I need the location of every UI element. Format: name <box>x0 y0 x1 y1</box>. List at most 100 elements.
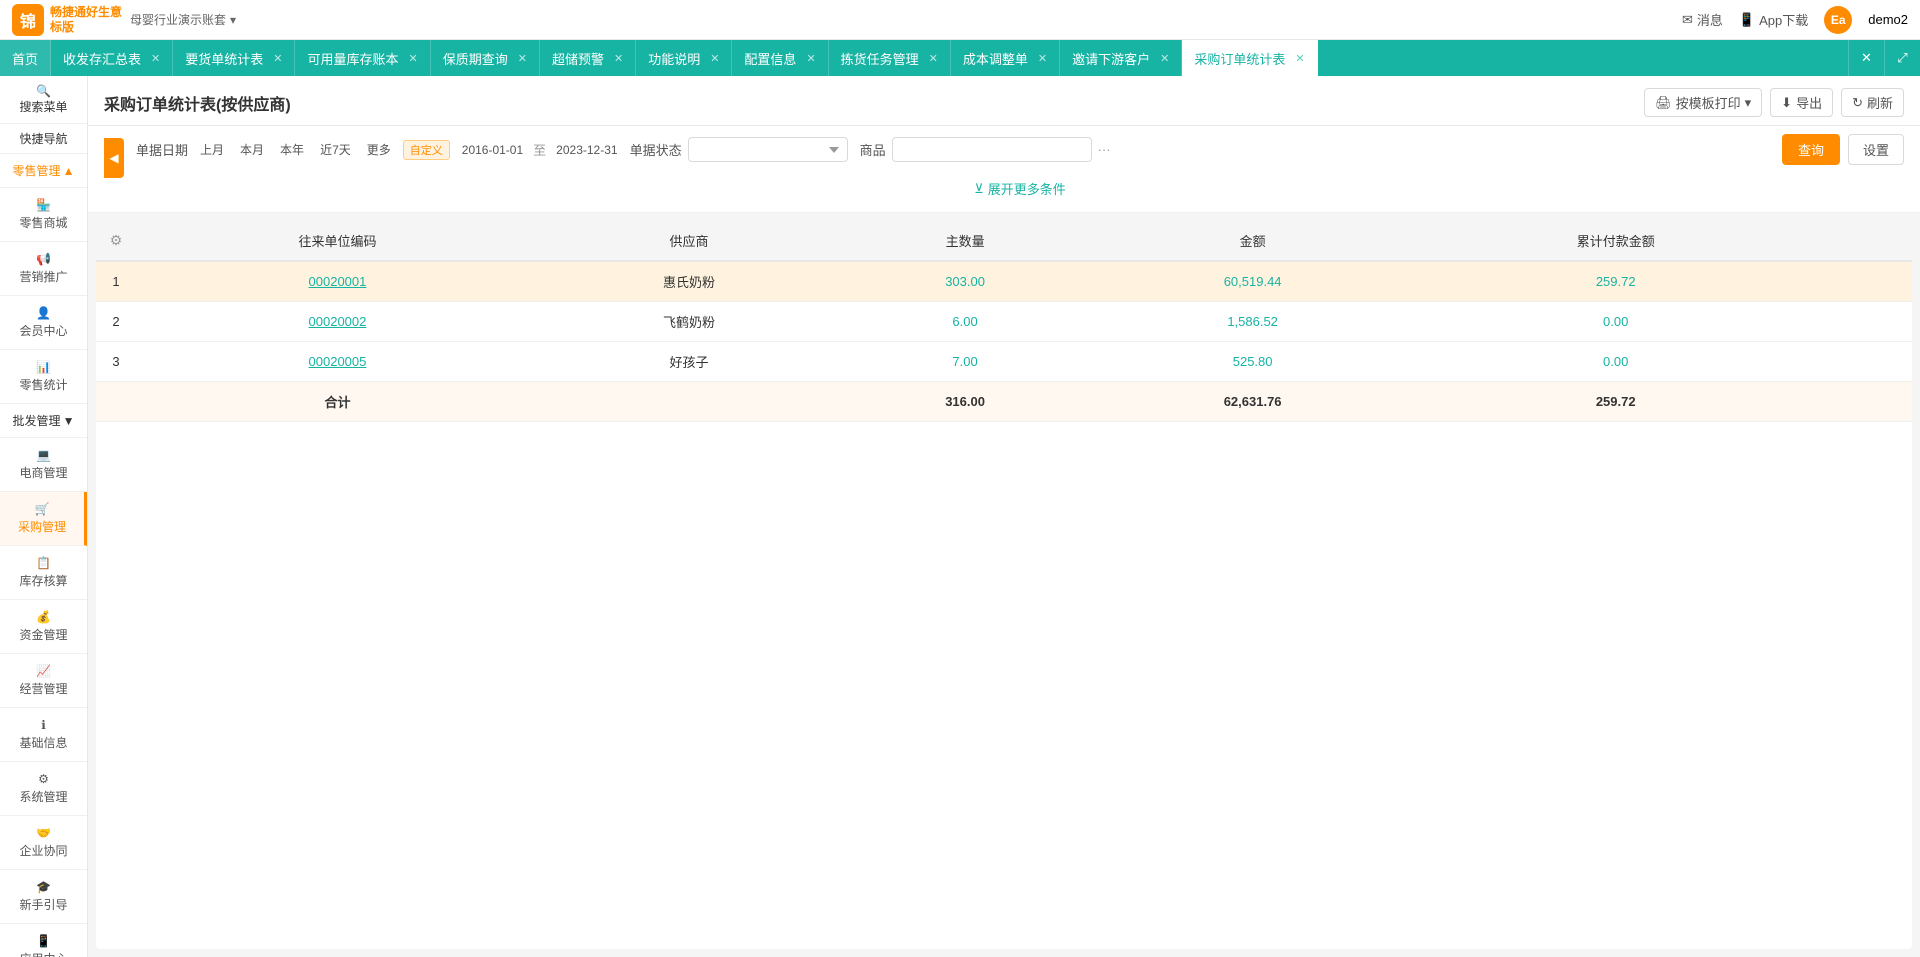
chevron-down-icon: ⊻ <box>974 181 984 197</box>
close-icon[interactable]: ✕ <box>409 52 418 65</box>
expand-row: ⊻ 展开更多条件 <box>136 173 1904 204</box>
date-label: 单据日期 <box>136 140 188 159</box>
sidebar-item-fund-mgmt[interactable]: 💰 资金管理 <box>0 600 87 654</box>
sidebar-item-basic-info[interactable]: ℹ 基础信息 <box>0 708 87 762</box>
close-icon[interactable]: ✕ <box>710 52 719 65</box>
chevron-down-icon[interactable]: ▾ <box>230 13 236 27</box>
sidebar-collapse-button[interactable]: ◀ <box>104 138 124 178</box>
app-download-button[interactable]: 📱 App下载 <box>1739 10 1808 29</box>
date-last-month-button[interactable]: 上月 <box>194 139 230 160</box>
sidebar-item-system-mgmt[interactable]: ⚙ 系统管理 <box>0 762 87 816</box>
cell-unit-code[interactable]: 00020002 <box>136 302 539 342</box>
cell-quantity[interactable]: 7.00 <box>839 342 1091 382</box>
settings-button[interactable]: 设置 <box>1848 134 1904 165</box>
tab-receive-summary[interactable]: 收发存汇总表 ✕ <box>51 40 173 76</box>
sidebar-item-marketing[interactable]: 📢 营销推广 <box>0 242 87 296</box>
close-icon[interactable]: ✕ <box>1295 52 1304 65</box>
sidebar-item-retail-mall[interactable]: 🏪 零售商城 <box>0 188 87 242</box>
sidebar-item-quick-nav[interactable]: 快捷导航 <box>0 124 87 154</box>
cell-empty <box>1817 261 1912 302</box>
tab-over-stock[interactable]: 超储预警 ✕ <box>540 40 636 76</box>
more-icon[interactable]: ··· <box>1098 142 1111 157</box>
cell-paid-amount[interactable]: 0.00 <box>1414 302 1817 342</box>
content-wrapper: 采购订单统计表(按供应商) 🖨 按模板打印 ▾ ⬇ 导出 ↻ 刷新 <box>88 76 1920 957</box>
sidebar-item-new-guide[interactable]: 🎓 新手引导 <box>0 870 87 924</box>
th-gear: ⚙ <box>96 221 136 261</box>
cell-unit-code[interactable]: 00020001 <box>136 261 539 302</box>
query-button[interactable]: 查询 <box>1782 134 1840 165</box>
avatar[interactable]: Ea <box>1824 6 1852 34</box>
tab-cost-adjust[interactable]: 成本调整单 ✕ <box>951 40 1060 76</box>
tab-config-info[interactable]: 配置信息 ✕ <box>732 40 828 76</box>
cell-quantity[interactable]: 6.00 <box>839 302 1091 342</box>
sidebar-item-ecommerce-mgmt[interactable]: 💻 电商管理 <box>0 438 87 492</box>
tab-required-goods[interactable]: 要货单统计表 ✕ <box>173 40 295 76</box>
cell-paid-amount[interactable]: 259.72 <box>1414 261 1817 302</box>
date-this-year-button[interactable]: 本年 <box>274 139 310 160</box>
tab-function-desc[interactable]: 功能说明 ✕ <box>636 40 732 76</box>
close-icon[interactable]: ✕ <box>929 52 938 65</box>
cell-amount[interactable]: 1,586.52 <box>1091 302 1414 342</box>
sidebar-item-search[interactable]: 🔍 搜索菜单 <box>0 76 87 124</box>
sidebar-item-member-center[interactable]: 👤 会员中心 <box>0 296 87 350</box>
date-to[interactable]: 2023-12-31 <box>556 143 617 157</box>
refresh-button[interactable]: ↻ 刷新 <box>1841 88 1904 117</box>
goods-input[interactable] <box>892 137 1092 162</box>
date-more-button[interactable]: 更多 <box>361 139 397 160</box>
close-icon[interactable]: ✕ <box>518 52 527 65</box>
operations-icon: 📈 <box>36 664 51 678</box>
username[interactable]: demo2 <box>1868 12 1908 27</box>
tab-home[interactable]: 首页 <box>0 40 51 76</box>
message-button[interactable]: ✉ 消息 <box>1682 10 1723 29</box>
cell-paid-amount[interactable]: 0.00 <box>1414 342 1817 382</box>
retail-mall-icon: 🏪 <box>36 198 51 212</box>
sidebar-item-wholesale-mgmt[interactable]: 批发管理 ▼ <box>0 404 87 438</box>
tab-invite-downstream[interactable]: 邀请下游客户 ✕ <box>1060 40 1182 76</box>
fund-icon: 💰 <box>36 610 51 624</box>
tab-picking-tasks[interactable]: 拣货任务管理 ✕ <box>829 40 951 76</box>
close-tab-button[interactable]: ✕ <box>1848 40 1884 76</box>
sidebar-item-retail-mgmt[interactable]: 零售管理 ▲ <box>0 154 87 188</box>
date-from[interactable]: 2016-01-01 <box>462 143 523 157</box>
sidebar-item-enterprise-collab[interactable]: 🤝 企业协同 <box>0 816 87 870</box>
date-this-month-button[interactable]: 本月 <box>234 139 270 160</box>
purchase-icon: 🛒 <box>35 502 50 516</box>
table-header: ⚙ 往来单位编码 供应商 主数量 金额 累计付款金额 <box>96 221 1912 261</box>
cell-quantity[interactable]: 303.00 <box>839 261 1091 302</box>
tab-shelf-life[interactable]: 保质期查询 ✕ <box>431 40 540 76</box>
guide-icon: 🎓 <box>36 880 51 894</box>
gear-icon[interactable]: ⚙ <box>110 232 123 248</box>
sidebar-item-purchase-mgmt[interactable]: 🛒 采购管理 <box>0 492 87 546</box>
sidebar-item-operations-mgmt[interactable]: 📈 经营管理 <box>0 654 87 708</box>
cell-supplier: 惠氏奶粉 <box>539 261 839 302</box>
close-icon[interactable]: ✕ <box>273 52 282 65</box>
custom-date-tag[interactable]: 自定义 <box>403 140 450 160</box>
th-paid-amount: 累计付款金额 <box>1414 221 1817 261</box>
tab-purchase-summary[interactable]: 采购订单统计表 ✕ <box>1182 40 1317 76</box>
expand-more-button[interactable]: ⊻ 展开更多条件 <box>974 173 1066 204</box>
tab-available-stock[interactable]: 可用量库存账本 ✕ <box>295 40 430 76</box>
cell-unit-code[interactable]: 00020005 <box>136 342 539 382</box>
close-icon[interactable]: ✕ <box>1160 52 1169 65</box>
app-center-icon: 📱 <box>36 934 51 948</box>
export-button[interactable]: ⬇ 导出 <box>1770 88 1833 117</box>
close-icon[interactable]: ✕ <box>806 52 815 65</box>
status-select[interactable] <box>688 137 848 162</box>
cell-amount[interactable]: 60,519.44 <box>1091 261 1414 302</box>
close-icon[interactable]: ✕ <box>151 52 160 65</box>
logo-icon: 锦 <box>12 4 44 36</box>
footer-row: 合计 316.00 62,631.76 259.72 <box>96 382 1912 422</box>
close-icon[interactable]: ✕ <box>1038 52 1047 65</box>
th-quantity: 主数量 <box>839 221 1091 261</box>
maximize-button[interactable]: ⤢ <box>1884 40 1920 76</box>
close-icon[interactable]: ✕ <box>614 52 623 65</box>
print-button[interactable]: 🖨 按模板打印 ▾ <box>1644 88 1762 117</box>
sidebar-item-app-center[interactable]: 📱 应用中心 <box>0 924 87 957</box>
page-actions: 🖨 按模板打印 ▾ ⬇ 导出 ↻ 刷新 <box>1644 88 1904 117</box>
sidebar-item-retail-stats[interactable]: 📊 零售统计 <box>0 350 87 404</box>
date-7days-button[interactable]: 近7天 <box>314 139 357 160</box>
chevron-down-icon: ▼ <box>63 414 75 428</box>
sidebar-item-inventory-check[interactable]: 📋 库存核算 <box>0 546 87 600</box>
cell-amount[interactable]: 525.80 <box>1091 342 1414 382</box>
status-filter: 单据状态 <box>630 137 848 162</box>
